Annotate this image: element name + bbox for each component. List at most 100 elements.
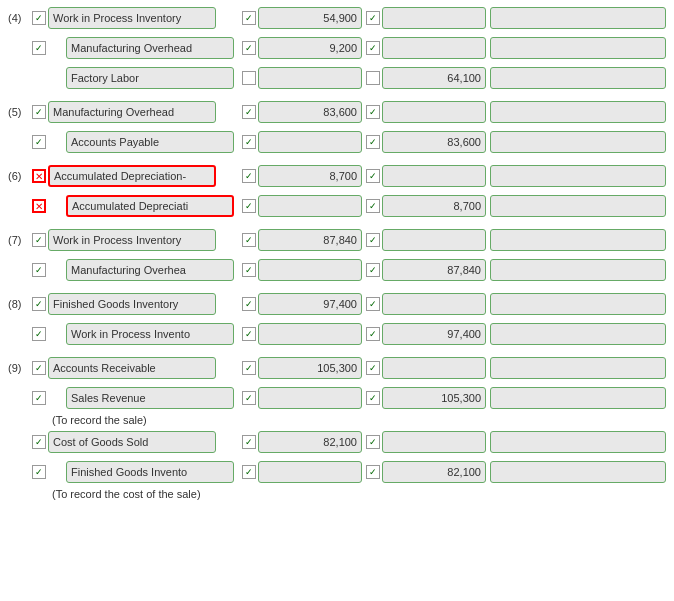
left-check[interactable] — [30, 105, 48, 119]
left-check[interactable] — [30, 233, 48, 247]
debit-amount[interactable]: 97,400 — [258, 293, 362, 315]
left-check[interactable] — [30, 327, 48, 341]
debit-check[interactable] — [242, 135, 256, 149]
left-check[interactable] — [30, 297, 48, 311]
left-check[interactable] — [30, 41, 48, 55]
check-icon — [32, 435, 46, 449]
debit-amount[interactable]: 83,600 — [258, 101, 362, 123]
left-check[interactable] — [30, 391, 48, 405]
credit-amount[interactable]: 82,100 — [382, 461, 486, 483]
entry-label-area: Manufacturing Overhea — [8, 259, 238, 281]
credit-check[interactable] — [366, 199, 380, 213]
credit-amount[interactable]: 87,840 — [382, 259, 486, 281]
left-check-4-1[interactable] — [30, 11, 48, 25]
debit-amount[interactable]: 9,200 — [258, 37, 362, 59]
credit-amount[interactable]: 8,700 — [382, 195, 486, 217]
account-field[interactable]: Work in Process Invento — [66, 323, 234, 345]
credit-check[interactable] — [366, 41, 380, 55]
debit-check[interactable] — [242, 11, 256, 25]
entry-row: (8) Finished Goods Inventory 97,400 — [8, 290, 666, 318]
debit-check[interactable] — [242, 263, 256, 277]
account-field[interactable]: Cost of Goods Sold — [48, 431, 216, 453]
account-field[interactable]: Accounts Receivable — [48, 357, 216, 379]
credit-check[interactable] — [366, 435, 380, 449]
debit-check[interactable] — [242, 327, 256, 341]
credit-amount[interactable] — [382, 293, 486, 315]
debit-amount[interactable]: 87,840 — [258, 229, 362, 251]
debit-amount[interactable] — [258, 195, 362, 217]
entry-row: (9) Accounts Receivable 105,300 — [8, 354, 666, 382]
debit-check[interactable] — [242, 297, 256, 311]
debit-check[interactable] — [242, 105, 256, 119]
debit-check[interactable] — [242, 391, 256, 405]
debit-check[interactable] — [242, 465, 256, 479]
debit-area: 8,700 — [242, 165, 362, 187]
account-field[interactable]: Finished Goods Invento — [66, 461, 234, 483]
credit-check[interactable] — [366, 263, 380, 277]
check-icon — [32, 233, 46, 247]
debit-check[interactable] — [242, 233, 256, 247]
credit-check[interactable] — [366, 11, 380, 25]
credit-amount[interactable] — [382, 101, 486, 123]
left-check[interactable] — [30, 435, 48, 449]
account-field[interactable]: Work in Process Inventory — [48, 7, 216, 29]
debit-amount[interactable]: 54,900 — [258, 7, 362, 29]
debit-check[interactable] — [242, 169, 256, 183]
account-field[interactable]: Manufacturing Overhead — [66, 37, 234, 59]
left-check[interactable] — [30, 465, 48, 479]
account-field-error[interactable]: Accumulated Depreciation- — [48, 165, 216, 187]
entry-label-area: Factory Labor — [8, 67, 238, 89]
left-check-error[interactable] — [30, 199, 48, 213]
credit-amount[interactable]: 97,400 — [382, 323, 486, 345]
credit-amount[interactable] — [382, 165, 486, 187]
account-field[interactable]: Factory Labor — [66, 67, 234, 89]
credit-check[interactable] — [366, 233, 380, 247]
left-check[interactable] — [30, 135, 48, 149]
credit-amount[interactable]: 83,600 — [382, 131, 486, 153]
credit-check[interactable] — [366, 169, 380, 183]
right-field — [490, 323, 666, 345]
account-field-error[interactable]: Accumulated Depreciati — [66, 195, 234, 217]
credit-check[interactable] — [366, 135, 380, 149]
account-field[interactable]: Finished Goods Inventory — [48, 293, 216, 315]
account-field[interactable]: Work in Process Inventory — [48, 229, 216, 251]
credit-check[interactable] — [366, 391, 380, 405]
debit-amount[interactable]: 105,300 — [258, 357, 362, 379]
credit-check[interactable] — [366, 465, 380, 479]
left-check[interactable] — [30, 263, 48, 277]
debit-amount[interactable] — [258, 259, 362, 281]
account-field[interactable]: Accounts Payable — [66, 131, 234, 153]
credit-check[interactable] — [366, 297, 380, 311]
credit-amount[interactable] — [382, 357, 486, 379]
debit-amount[interactable]: 8,700 — [258, 165, 362, 187]
credit-amount[interactable] — [382, 229, 486, 251]
debit-check[interactable] — [242, 41, 256, 55]
debit-amount[interactable] — [258, 131, 362, 153]
entry-row: Finished Goods Invento 82,100 — [8, 458, 666, 486]
account-field[interactable]: Manufacturing Overhea — [66, 259, 234, 281]
debit-check[interactable] — [242, 71, 256, 85]
left-check[interactable] — [30, 361, 48, 375]
debit-amount[interactable] — [258, 461, 362, 483]
debit-amount[interactable]: 82,100 — [258, 431, 362, 453]
credit-check[interactable] — [366, 361, 380, 375]
credit-check[interactable] — [366, 71, 380, 85]
left-check-error[interactable] — [30, 169, 48, 183]
credit-amount[interactable]: 64,100 — [382, 67, 486, 89]
debit-amount[interactable] — [258, 387, 362, 409]
debit-check[interactable] — [242, 435, 256, 449]
account-field[interactable]: Sales Revenue — [66, 387, 234, 409]
credit-amount[interactable] — [382, 37, 486, 59]
account-field[interactable]: Manufacturing Overhead — [48, 101, 216, 123]
credit-amount[interactable]: 105,300 — [382, 387, 486, 409]
credit-amount[interactable] — [382, 431, 486, 453]
debit-amount[interactable] — [258, 323, 362, 345]
debit-check[interactable] — [242, 361, 256, 375]
debit-amount[interactable] — [258, 67, 362, 89]
credit-amount[interactable] — [382, 7, 486, 29]
credit-check[interactable] — [366, 105, 380, 119]
entry-row: Sales Revenue 105,300 — [8, 384, 666, 412]
debit-check[interactable] — [242, 199, 256, 213]
credit-check[interactable] — [366, 327, 380, 341]
entry-row: (6) Accumulated Depreciation- 8,700 — [8, 162, 666, 190]
